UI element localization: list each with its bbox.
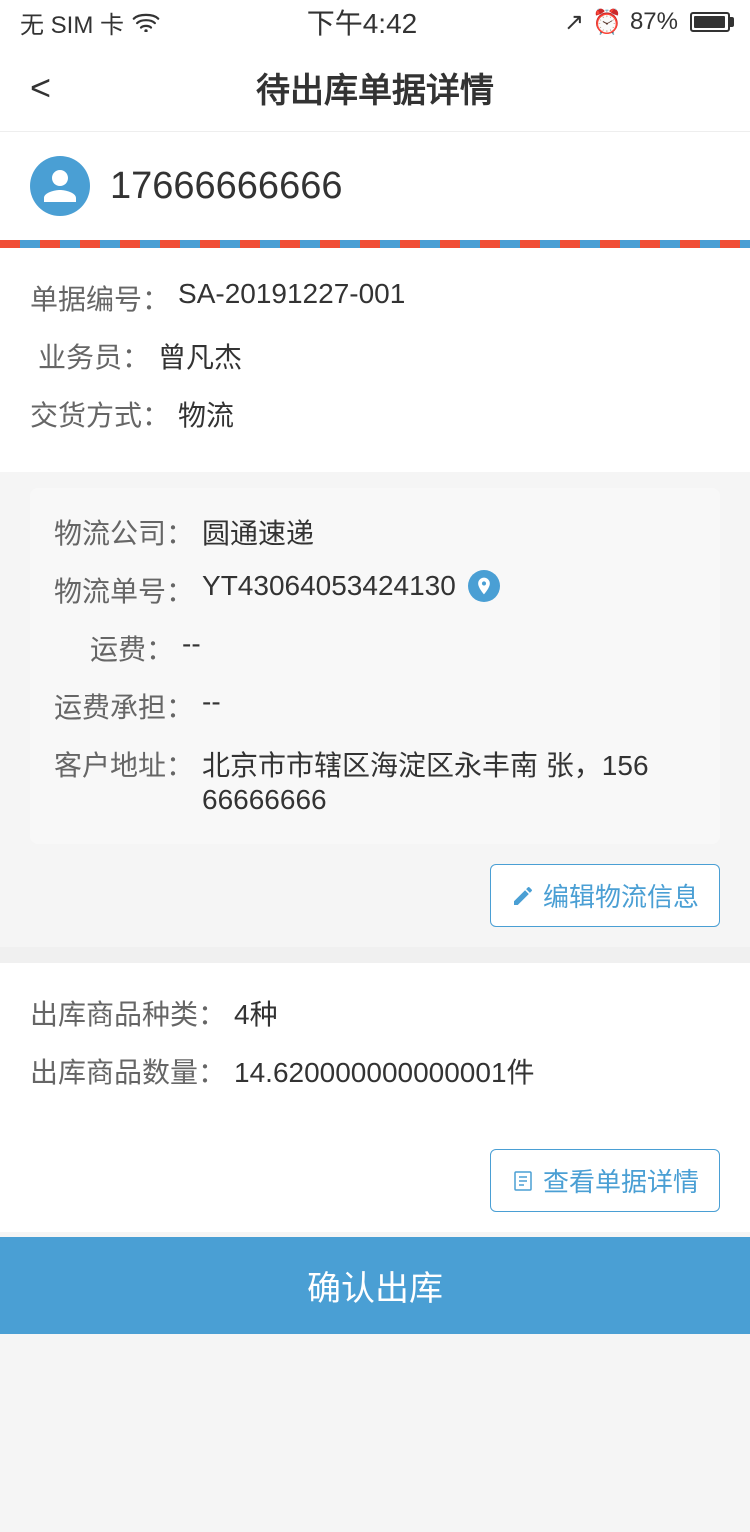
- edit-icon: [511, 884, 535, 908]
- goods-type-value: 4种: [234, 993, 720, 1033]
- detail-btn-container: 查看单据详情: [0, 1129, 750, 1232]
- goods-type-row: 出库商品种类： 4种: [30, 993, 720, 1033]
- tracking-label: 物流单号：: [54, 570, 194, 610]
- view-detail-label: 查看单据详情: [543, 1162, 699, 1199]
- logistics-company-label: 物流公司：: [54, 512, 194, 552]
- goods-section: 出库商品种类： 4种 出库商品数量： 14.620000000000001件: [0, 963, 750, 1129]
- user-section: 17666666666: [0, 132, 750, 240]
- status-left: 无 SIM 卡: [20, 5, 160, 40]
- tracking-row: 物流单号： YT43064053424130: [54, 570, 696, 610]
- map-pin-icon: [474, 576, 494, 596]
- avatar: [30, 156, 90, 216]
- salesperson-value: 曾凡杰: [158, 336, 720, 376]
- wifi-icon: [132, 12, 160, 32]
- edit-logistics-button[interactable]: 编辑物流信息: [490, 864, 720, 927]
- delivery-method-label: 交货方式：: [30, 394, 170, 434]
- address-value: 北京市市辖区海淀区永丰南 张，156 66666666: [202, 744, 696, 816]
- doc-number-value: SA-20191227-001: [178, 278, 720, 310]
- freight-label: 运费：: [54, 628, 174, 668]
- goods-quantity-row: 出库商品数量： 14.620000000000001件: [30, 1051, 720, 1091]
- edit-logistics-label: 编辑物流信息: [543, 877, 699, 914]
- confirm-outbound-button[interactable]: 确认出库: [0, 1261, 750, 1310]
- document-detail-icon: [511, 1169, 535, 1193]
- tracking-value-container: YT43064053424130: [202, 570, 696, 602]
- document-info-section: 单据编号： SA-20191227-001 业务员： 曾凡杰 交货方式： 物流: [0, 248, 750, 472]
- location-status-icon: ↗: [564, 8, 584, 37]
- battery-icon: [690, 12, 730, 32]
- confirm-btn-wrapper: 确认出库: [0, 1237, 750, 1334]
- freight-bearer-value: --: [202, 686, 696, 718]
- logistics-company-row: 物流公司： 圆通速递: [54, 512, 696, 552]
- freight-value: --: [182, 628, 696, 660]
- user-phone: 17666666666: [110, 165, 342, 208]
- logistics-card: 物流公司： 圆通速递 物流单号： YT43064053424130 运费： --…: [30, 488, 720, 844]
- goods-type-label: 出库商品种类：: [30, 993, 226, 1033]
- address-row: 客户地址： 北京市市辖区海淀区永丰南 张，156 66666666: [54, 744, 696, 816]
- status-time: 下午4:42: [307, 2, 418, 42]
- goods-quantity-value: 14.620000000000001件: [234, 1051, 720, 1091]
- freight-bearer-row: 运费承担： --: [54, 686, 696, 726]
- delivery-method-value: 物流: [178, 394, 720, 434]
- battery-text: 87%: [630, 8, 678, 36]
- view-detail-button[interactable]: 查看单据详情: [490, 1149, 720, 1212]
- freight-row: 运费： --: [54, 628, 696, 668]
- dashed-divider: [0, 240, 750, 248]
- goods-quantity-label: 出库商品数量：: [30, 1051, 226, 1091]
- salesperson-row: 业务员： 曾凡杰: [30, 336, 720, 376]
- freight-bearer-label: 运费承担：: [54, 686, 194, 726]
- carrier-text: 无 SIM 卡: [20, 5, 124, 40]
- delivery-method-row: 交货方式： 物流: [30, 394, 720, 434]
- back-button[interactable]: <: [30, 67, 51, 109]
- logistics-company-value: 圆通速递: [202, 512, 696, 552]
- doc-number-row: 单据编号： SA-20191227-001: [30, 278, 720, 318]
- edit-btn-container: 编辑物流信息: [0, 864, 750, 947]
- status-right: ↗ ⏰ 87%: [564, 8, 730, 37]
- tracking-number: YT43064053424130: [202, 570, 456, 602]
- user-avatar-icon: [40, 166, 80, 206]
- page-title: 待出库单据详情: [256, 63, 494, 112]
- alarm-icon: ⏰: [592, 8, 622, 37]
- section-divider: [0, 947, 750, 963]
- address-label: 客户地址：: [54, 744, 194, 784]
- salesperson-label: 业务员：: [30, 336, 150, 376]
- nav-bar: < 待出库单据详情: [0, 44, 750, 132]
- tracking-location-icon[interactable]: [468, 570, 500, 602]
- doc-number-label: 单据编号：: [30, 278, 170, 318]
- status-bar: 无 SIM 卡 下午4:42 ↗ ⏰ 87%: [0, 0, 750, 44]
